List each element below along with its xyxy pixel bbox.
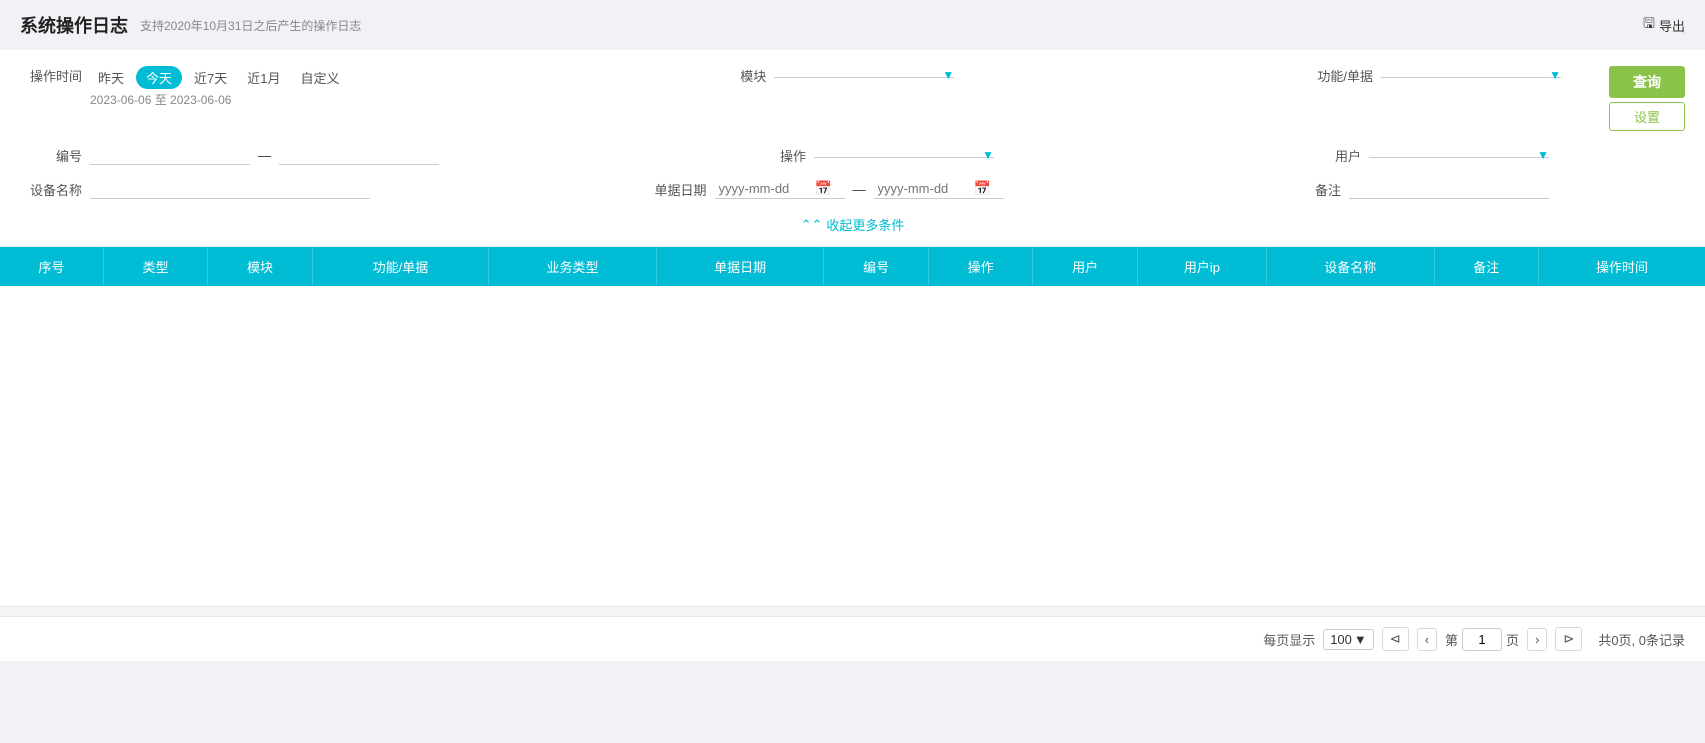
first-page-button[interactable]: ⊲ (1382, 627, 1409, 651)
date-to-input[interactable] (874, 179, 974, 198)
action-buttons: 查询 设置 (1609, 66, 1685, 131)
col-op-time: 操作时间 (1539, 247, 1705, 286)
user-select[interactable]: ▼ (1369, 153, 1549, 158)
col-device: 设备名称 (1266, 247, 1434, 286)
col-operation: 操作 (928, 247, 1032, 286)
collapse-chevron-icon: ⌃⌃ (801, 217, 823, 233)
operation-label: 操作 (744, 146, 814, 165)
time-btn-1month[interactable]: 近1月 (239, 66, 288, 89)
data-table: 序号 类型 模块 功能/单据 业务类型 单据日期 编号 操作 用户 用户ip 设… (0, 247, 1705, 286)
function-dropdown-icon: ▼ (1549, 68, 1561, 82)
collapse-row: ⌃⌃ 收起更多条件 (20, 209, 1685, 236)
collapse-label: 收起更多条件 (826, 215, 904, 234)
page-subtitle: 支持2020年10月31日之后产生的操作日志 (140, 17, 361, 34)
calendar-to-icon[interactable]: 📅 (974, 180, 991, 197)
remark-label: 备注 (1279, 180, 1349, 199)
export-label: 导出 (1659, 16, 1685, 35)
time-label: 操作时间 (20, 66, 90, 85)
module-label: 模块 (704, 66, 774, 85)
query-button[interactable]: 查询 (1609, 66, 1685, 98)
pagination-bar: 每页显示 100 ▼ ⊲ ‹ 第 页 › ⊳ 共0页, 0条记录 (0, 616, 1705, 661)
operation-value (814, 153, 974, 157)
user-dropdown-icon: ▼ (1537, 148, 1549, 162)
user-label: 用户 (1299, 146, 1369, 165)
time-btn-yesterday[interactable]: 昨天 (90, 66, 132, 89)
col-type: 类型 (103, 247, 207, 286)
table-header-row: 序号 类型 模块 功能/单据 业务类型 单据日期 编号 操作 用户 用户ip 设… (0, 247, 1705, 286)
function-select[interactable]: ▼ (1381, 73, 1561, 78)
page-header: 系统操作日志 支持2020年10月31日之后产生的操作日志 🖫 导出 (0, 0, 1705, 50)
operation-select[interactable]: ▼ (814, 153, 994, 158)
page-label: 第 (1445, 630, 1458, 649)
operation-dropdown-icon: ▼ (982, 148, 994, 162)
col-module: 模块 (208, 247, 312, 286)
export-icon: 🖫 (1643, 13, 1655, 37)
module-select[interactable]: ▼ (774, 73, 954, 78)
device-label: 设备名称 (20, 180, 90, 199)
page-input-wrapper: 第 页 (1445, 628, 1519, 651)
page-size-label: 每页显示 (1263, 630, 1315, 649)
user-value (1369, 153, 1529, 157)
remark-input[interactable] (1349, 179, 1549, 199)
time-btn-7days[interactable]: 近7天 (186, 66, 235, 89)
col-number: 编号 (824, 247, 928, 286)
time-range-text: 2023-06-06 至 2023-06-06 (90, 91, 348, 108)
next-page-button[interactable]: › (1527, 628, 1547, 651)
page-size-select[interactable]: 100 ▼ (1323, 629, 1374, 650)
date-dash: — (853, 182, 866, 197)
prev-page-button[interactable]: ‹ (1417, 628, 1437, 651)
settings-button[interactable]: 设置 (1609, 102, 1685, 131)
col-function: 功能/单据 (312, 247, 488, 286)
page-unit: 页 (1506, 630, 1519, 649)
number-from-input[interactable] (90, 145, 250, 165)
page-size-value: 100 (1330, 632, 1352, 647)
scrollbar-row[interactable] (0, 606, 1705, 616)
page-size-arrow: ▼ (1354, 632, 1367, 647)
time-btn-custom[interactable]: 自定义 (293, 66, 348, 89)
doc-date-label: 单据日期 (645, 180, 715, 199)
module-value (774, 73, 934, 77)
function-label: 功能/单据 (1311, 66, 1381, 85)
filter-area: 操作时间 昨天 今天 近7天 近1月 自定义 2023-06-06 至 2023… (0, 50, 1705, 247)
empty-area (0, 286, 1705, 606)
date-from-input[interactable] (715, 179, 815, 198)
number-to-input[interactable] (279, 145, 439, 165)
collapse-button[interactable]: ⌃⌃ 收起更多条件 (801, 215, 905, 234)
time-btn-today[interactable]: 今天 (136, 66, 182, 89)
page-number-input[interactable] (1462, 628, 1502, 651)
number-label: 编号 (20, 146, 90, 165)
page-title: 系统操作日志 (20, 12, 128, 38)
col-remark: 备注 (1434, 247, 1538, 286)
col-doc-date: 单据日期 (656, 247, 824, 286)
calendar-from-icon[interactable]: 📅 (815, 180, 832, 197)
export-button[interactable]: 🖫 导出 (1643, 13, 1685, 37)
table-header: 序号 类型 模块 功能/单据 业务类型 单据日期 编号 操作 用户 用户ip 设… (0, 247, 1705, 286)
date-from-wrapper: 📅 (715, 179, 845, 199)
device-input[interactable] (90, 179, 370, 199)
table-wrapper: 序号 类型 模块 功能/单据 业务类型 单据日期 编号 操作 用户 用户ip 设… (0, 247, 1705, 606)
col-user: 用户 (1033, 247, 1137, 286)
module-dropdown-icon: ▼ (942, 68, 954, 82)
last-page-button[interactable]: ⊳ (1555, 627, 1582, 651)
page-total: 共0页, 0条记录 (1598, 630, 1685, 649)
col-biz-type: 业务类型 (489, 247, 657, 286)
col-user-ip: 用户ip (1137, 247, 1266, 286)
date-to-wrapper: 📅 (874, 179, 1004, 199)
col-seq: 序号 (0, 247, 103, 286)
time-filter: 昨天 今天 近7天 近1月 自定义 2023-06-06 至 2023-06-0… (90, 66, 348, 108)
function-value (1381, 73, 1541, 77)
number-dash: — (258, 148, 271, 163)
